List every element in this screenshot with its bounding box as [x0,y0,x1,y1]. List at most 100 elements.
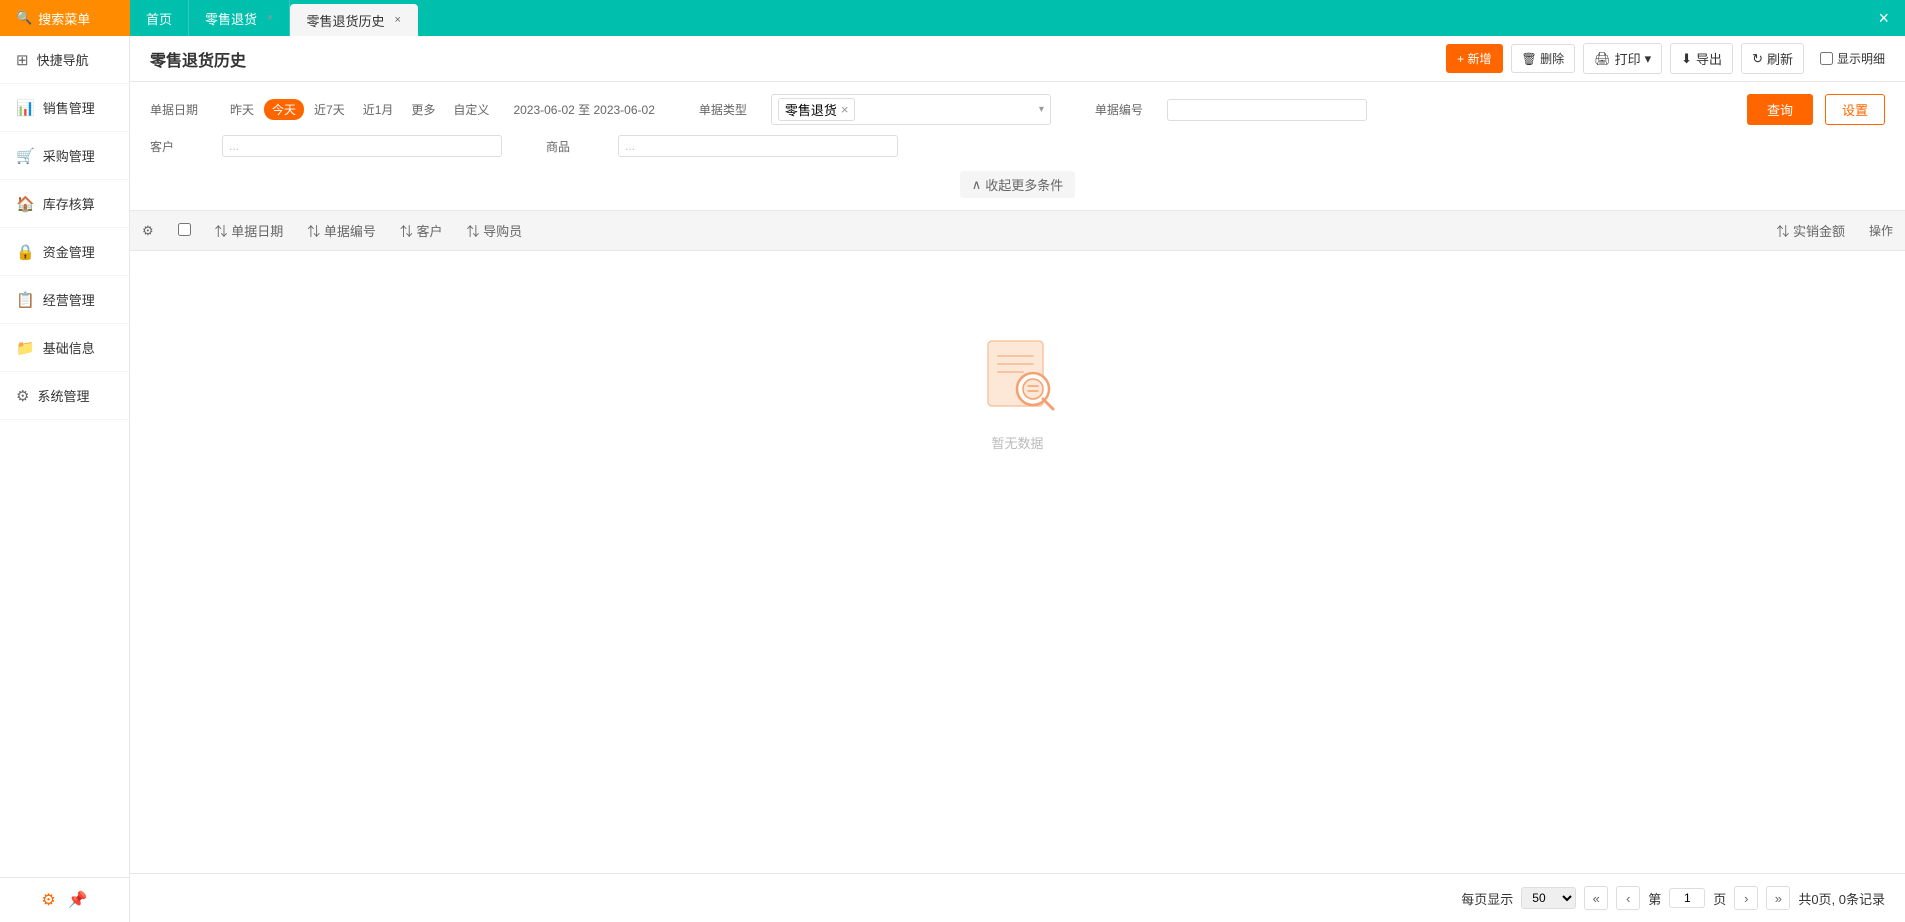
show-detail-checkbox[interactable] [1820,52,1833,65]
next-page-btn[interactable]: › [1734,886,1758,910]
empty-state: 暂无数据 [130,251,1905,532]
print-button[interactable]: 🖨 打印 ▾ [1583,43,1662,74]
first-page-icon: « [1593,891,1600,906]
sidebar-item-quick-nav[interactable]: ⊞ 快捷导航 [0,36,129,84]
col-spacer [534,211,1764,251]
delete-button[interactable]: 🗑 删除 [1511,44,1576,73]
date-shortcut-1month[interactable]: 近1月 [355,99,402,120]
col-amount[interactable]: ⇅ 实销金额 [1764,211,1857,251]
show-detail-area: 显示明细 [1820,50,1885,67]
bill-type-select[interactable]: 零售退货 × ▾ [771,94,1051,125]
tab-retail-return-close[interactable]: × [267,12,273,24]
sidebar-item-purchase[interactable]: 🛒 采购管理 [0,132,129,180]
refresh-button[interactable]: ↻ 刷新 [1741,43,1804,74]
sidebar-item-system[interactable]: ⚙ 系统管理 [0,372,129,420]
col-action: 操作 [1857,211,1905,251]
print-icon: 🖨 [1594,51,1611,67]
customer-placeholder: ... [229,139,239,153]
refresh-label: 刷新 [1767,49,1793,68]
col-checkbox[interactable] [166,211,203,251]
col-customer[interactable]: ⇅ 客户 [388,211,455,251]
window-close-btn[interactable]: × [1862,8,1905,29]
collapse-button[interactable]: ∧ 收起更多条件 [960,171,1076,198]
first-page-btn[interactable]: « [1584,886,1608,910]
date-shortcut-7days[interactable]: 近7天 [306,99,353,120]
search-label: 搜索菜单 [38,9,90,28]
gear-icon[interactable]: ⚙ [142,223,154,238]
print-dropdown-icon: ▾ [1645,51,1652,67]
col-guide[interactable]: ⇅ 导购员 [455,211,535,251]
sidebar-item-operation-label: 经营管理 [43,290,95,309]
export-label: 导出 [1696,49,1722,68]
col-bill-no[interactable]: ⇅ 单据编号 [295,211,388,251]
sidebar-item-system-label: 系统管理 [37,386,89,405]
sidebar-item-basic-info[interactable]: 📁 基础信息 [0,324,129,372]
tab-retail-return-history-close[interactable]: × [394,14,400,26]
customer-select[interactable]: ... [222,135,502,157]
col-gear[interactable]: ⚙ [130,211,166,251]
sidebar-item-inventory-label: 库存核算 [43,194,95,213]
page-suffix: 页 [1713,889,1726,908]
date-shortcut-custom[interactable]: 自定义 [445,99,497,120]
table-header-row: ⚙ ⇅ 单据日期 ⇅ 单据编号 ⇅ 客户 [130,211,1905,251]
tab-home[interactable]: 首页 [130,0,189,36]
sidebar-item-finance[interactable]: 🔒 资金管理 [0,228,129,276]
date-shortcut-more[interactable]: 更多 [403,99,443,120]
search-area[interactable]: 🔍 搜索菜单 [0,0,130,36]
sidebar-item-inventory[interactable]: 🏠 库存核算 [0,180,129,228]
sidebar-pin-btn[interactable]: 📌 [68,890,88,910]
col-customer-label: ⇅ 客户 [400,224,443,239]
col-bill-no-label: ⇅ 单据编号 [307,224,376,239]
sidebar-item-operation[interactable]: 📋 经营管理 [0,276,129,324]
goods-placeholder: ... [625,139,635,153]
sidebar-item-basic-info-label: 基础信息 [43,338,95,357]
bill-type-label: 单据类型 [699,101,759,118]
basic-info-icon: 📁 [16,339,35,357]
bill-type-tag-text: 零售退货 [785,100,837,119]
export-button[interactable]: ⬇ 导出 [1670,43,1733,74]
finance-icon: 🔒 [16,243,35,261]
date-shortcuts: 昨天 今天 近7天 近1月 更多 自定义 [222,99,497,120]
bill-type-tag-remove[interactable]: × [841,102,849,117]
empty-illustration [968,331,1068,421]
new-button[interactable]: + 新增 [1446,44,1502,73]
per-page-select[interactable]: 10 20 50 100 [1521,887,1576,909]
table-body: 暂无数据 [130,251,1905,533]
sidebar: ⊞ 快捷导航 📊 销售管理 🛒 采购管理 🏠 库存核算 🔒 资金管理 📋 经营管… [0,36,130,922]
show-detail-label[interactable]: 显示明细 [1837,50,1885,67]
pagination-bar: 每页显示 10 20 50 100 « ‹ 第 页 › » 共0页, 0条记录 [130,873,1905,922]
tab-retail-return-history[interactable]: 零售退货历史 × [290,4,417,36]
main-layout: ⊞ 快捷导航 📊 销售管理 🛒 采购管理 🏠 库存核算 🔒 资金管理 📋 经营管… [0,36,1905,922]
operation-icon: 📋 [16,291,35,309]
filter-row-2: 客户 ... 商品 ... [150,135,1885,157]
select-all-checkbox[interactable] [178,223,191,236]
sidebar-item-sales[interactable]: 📊 销售管理 [0,84,129,132]
last-page-btn[interactable]: » [1766,886,1790,910]
refresh-icon: ↻ [1752,51,1763,67]
total-text: 共0页, 0条记录 [1798,889,1885,908]
sidebar-item-sales-label: 销售管理 [43,98,95,117]
col-amount-label: ⇅ 实销金额 [1776,224,1845,239]
filter-row-1: 单据日期 昨天 今天 近7天 近1月 更多 自定义 2023-06-02 至 2… [150,94,1885,125]
settings-button[interactable]: 设置 [1825,94,1885,125]
customer-label: 客户 [150,138,210,155]
col-date[interactable]: ⇅ 单据日期 [203,211,296,251]
sidebar-settings-btn[interactable]: ⚙ [41,890,55,910]
date-shortcut-today[interactable]: 今天 [264,99,304,120]
tab-retail-return-history-label: 零售退货历史 [306,11,384,30]
page-header: 零售退货历史 + 新增 🗑 删除 🖨 打印 ▾ ⬇ 导出 ↻ 刷新 [130,36,1905,82]
page-number-input[interactable] [1669,888,1705,908]
next-page-icon: › [1744,891,1748,906]
goods-select[interactable]: ... [618,135,898,157]
date-shortcut-yesterday[interactable]: 昨天 [222,99,262,120]
prev-page-btn[interactable]: ‹ [1616,886,1640,910]
query-button[interactable]: 查询 [1747,94,1813,125]
col-date-label: ⇅ 单据日期 [215,224,284,239]
prev-page-icon: ‹ [1626,891,1630,906]
sidebar-item-quick-nav-label: 快捷导航 [37,50,89,69]
bill-no-input[interactable] [1167,99,1367,121]
collapse-container: ∧ 收起更多条件 [150,167,1885,198]
top-bar: 🔍 搜索菜单 首页 零售退货 × 零售退货历史 × × [0,0,1905,36]
tab-retail-return[interactable]: 零售退货 × [189,0,290,36]
page-label: 第 [1648,889,1661,908]
